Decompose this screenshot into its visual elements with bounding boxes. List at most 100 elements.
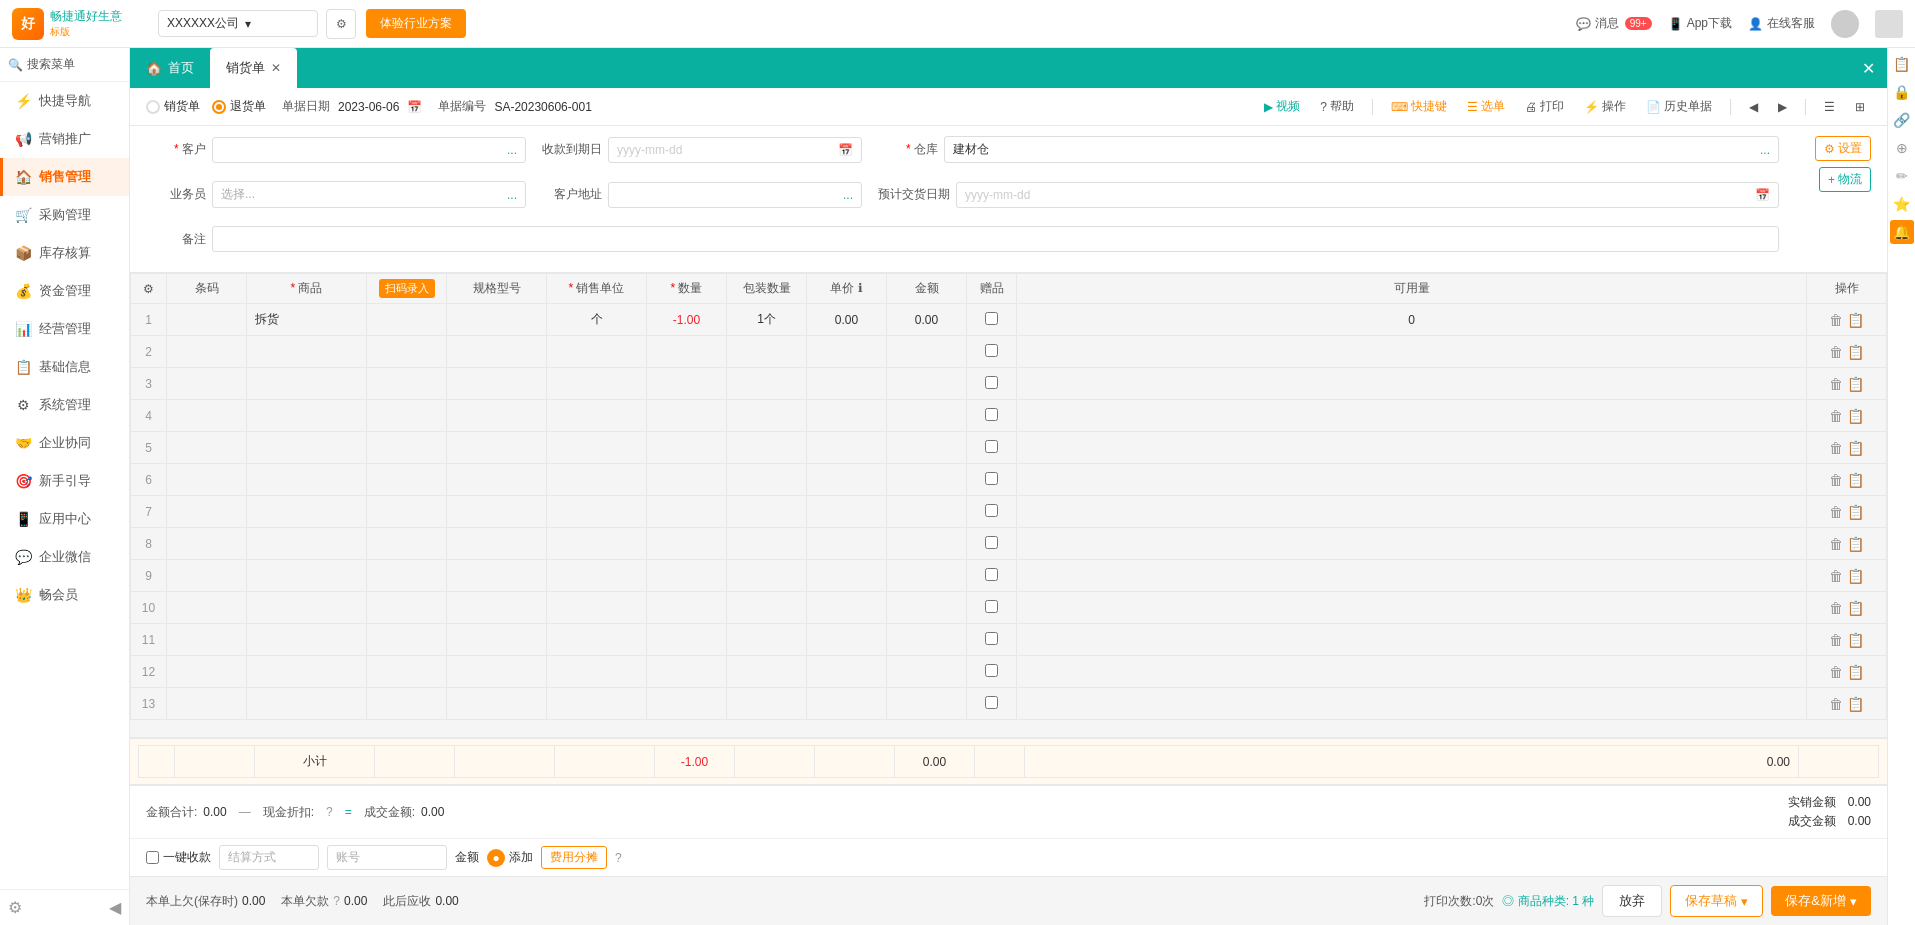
app-download-button[interactable]: 📱 App下载 — [1668, 15, 1732, 32]
history-button[interactable]: 📄 历史单据 — [1640, 96, 1718, 117]
gift-cell[interactable] — [967, 624, 1017, 656]
qty-cell[interactable] — [647, 368, 727, 400]
expected-date-calendar-icon[interactable]: 📅 — [1755, 188, 1770, 202]
pkg-qty-cell[interactable] — [727, 464, 807, 496]
sidebar-item-sales[interactable]: 🏠 销售管理 — [0, 158, 129, 196]
product-cell[interactable] — [247, 432, 367, 464]
gift-checkbox[interactable] — [985, 568, 998, 581]
sidebar-item-wechat[interactable]: 💬 企业微信 — [0, 538, 129, 576]
unit-price-cell[interactable] — [807, 496, 887, 528]
settings-button[interactable]: ⚙ 设置 — [1815, 136, 1871, 161]
sidebar-item-operations[interactable]: 📊 经营管理 — [0, 310, 129, 348]
company-select[interactable]: XXXXXX公司 ▾ — [158, 10, 318, 37]
amount-cell[interactable] — [887, 400, 967, 432]
one-key-payment-checkbox[interactable]: 一键收款 — [146, 849, 211, 866]
qty-cell[interactable] — [647, 656, 727, 688]
right-panel-lock-icon[interactable]: 🔒 — [1890, 80, 1914, 104]
payment-due-calendar-icon[interactable]: 📅 — [838, 143, 853, 157]
abandon-button[interactable]: 放弃 — [1602, 885, 1662, 917]
product-cell[interactable] — [247, 464, 367, 496]
qty-cell[interactable] — [647, 336, 727, 368]
pkg-qty-cell[interactable] — [727, 368, 807, 400]
logistics-button[interactable]: + 物流 — [1819, 167, 1871, 192]
sidebar-item-inventory[interactable]: 📦 库存核算 — [0, 234, 129, 272]
avatar[interactable] — [1831, 10, 1859, 38]
pkg-qty-cell[interactable] — [727, 336, 807, 368]
product-cell[interactable] — [247, 688, 367, 720]
amount-cell[interactable] — [887, 432, 967, 464]
warehouse-input[interactable]: 建材仓 ... — [944, 136, 1779, 163]
sidebar-item-base[interactable]: 📋 基础信息 — [0, 348, 129, 386]
scan-button[interactable]: 扫码录入 — [379, 279, 435, 298]
gift-checkbox[interactable] — [985, 664, 998, 677]
delete-icon[interactable]: 🗑 — [1829, 376, 1843, 392]
delete-icon[interactable]: 🗑 — [1829, 344, 1843, 360]
unit-price-cell[interactable] — [807, 560, 887, 592]
gift-checkbox[interactable] — [985, 600, 998, 613]
gift-cell[interactable] — [967, 560, 1017, 592]
right-panel-edit-icon[interactable]: ✏ — [1890, 164, 1914, 188]
product-cell[interactable] — [247, 368, 367, 400]
payment-due-input[interactable]: yyyy-mm-dd 📅 — [608, 137, 862, 163]
settings-icon[interactable]: ⚙ — [326, 9, 356, 39]
gift-checkbox[interactable] — [985, 344, 998, 357]
right-panel-add-icon[interactable]: ⊕ — [1890, 136, 1914, 160]
tab-home[interactable]: 🏠 首页 — [130, 48, 210, 88]
gift-cell[interactable] — [967, 528, 1017, 560]
copy-icon[interactable]: 📋 — [1847, 600, 1864, 616]
spec-cell[interactable] — [447, 336, 547, 368]
add-payment-button[interactable]: ● — [487, 849, 505, 867]
amount-cell[interactable] — [887, 496, 967, 528]
radio-sales-order[interactable]: 销货单 — [146, 98, 200, 115]
sidebar-item-quick-nav[interactable]: ⚡ 快捷导航 — [0, 82, 129, 120]
pkg-qty-cell[interactable] — [727, 688, 807, 720]
search-menu[interactable]: 🔍 搜索菜单 — [0, 48, 129, 82]
pkg-qty-cell[interactable] — [727, 400, 807, 432]
calendar-icon[interactable]: 📅 — [407, 100, 422, 114]
qty-cell[interactable] — [647, 528, 727, 560]
unit-cell[interactable] — [547, 560, 647, 592]
unit-price-cell[interactable] — [807, 528, 887, 560]
unit-price-cell[interactable]: 0.00 — [807, 304, 887, 336]
view-grid-button[interactable]: ⊞ — [1849, 98, 1871, 116]
print-button[interactable]: 🖨 打印 — [1519, 96, 1570, 117]
customer-dots[interactable]: ... — [507, 143, 517, 157]
barcode-cell[interactable] — [167, 432, 247, 464]
delete-icon[interactable]: 🗑 — [1829, 504, 1843, 520]
amount-cell[interactable]: 0.00 — [887, 304, 967, 336]
select-order-button[interactable]: ☰ 选单 — [1461, 96, 1511, 117]
sidebar-item-member[interactable]: 👑 畅会员 — [0, 576, 129, 614]
right-panel-bell-icon[interactable]: 🔔 — [1890, 220, 1914, 244]
gift-cell[interactable] — [967, 368, 1017, 400]
unit-cell[interactable] — [547, 592, 647, 624]
barcode-cell[interactable] — [167, 464, 247, 496]
pkg-qty-cell[interactable] — [727, 624, 807, 656]
product-cell[interactable] — [247, 560, 367, 592]
spec-cell[interactable] — [447, 432, 547, 464]
amount-cell[interactable] — [887, 656, 967, 688]
unit-cell[interactable] — [547, 368, 647, 400]
qty-cell[interactable] — [647, 496, 727, 528]
gift-cell[interactable] — [967, 432, 1017, 464]
barcode-cell[interactable] — [167, 496, 247, 528]
gift-checkbox[interactable] — [985, 632, 998, 645]
gift-cell[interactable] — [967, 464, 1017, 496]
gift-checkbox[interactable] — [985, 472, 998, 485]
gift-checkbox[interactable] — [985, 312, 998, 325]
unit-price-cell[interactable] — [807, 400, 887, 432]
unit-cell[interactable] — [547, 656, 647, 688]
unit-price-cell[interactable] — [807, 656, 887, 688]
sidebar-item-enterprise[interactable]: 🤝 企业协同 — [0, 424, 129, 462]
product-cell[interactable] — [247, 656, 367, 688]
unit-cell[interactable] — [547, 496, 647, 528]
sidebar-item-system[interactable]: ⚙ 系统管理 — [0, 386, 129, 424]
unit-cell[interactable] — [547, 336, 647, 368]
unit-price-cell[interactable] — [807, 368, 887, 400]
barcode-cell[interactable] — [167, 304, 247, 336]
product-cell[interactable]: 拆货 — [247, 304, 367, 336]
gift-checkbox[interactable] — [985, 408, 998, 421]
one-key-payment-check[interactable] — [146, 851, 159, 864]
qty-cell[interactable]: -1.00 — [647, 304, 727, 336]
expected-date-input[interactable]: yyyy-mm-dd 📅 — [956, 182, 1779, 208]
gift-cell[interactable] — [967, 656, 1017, 688]
